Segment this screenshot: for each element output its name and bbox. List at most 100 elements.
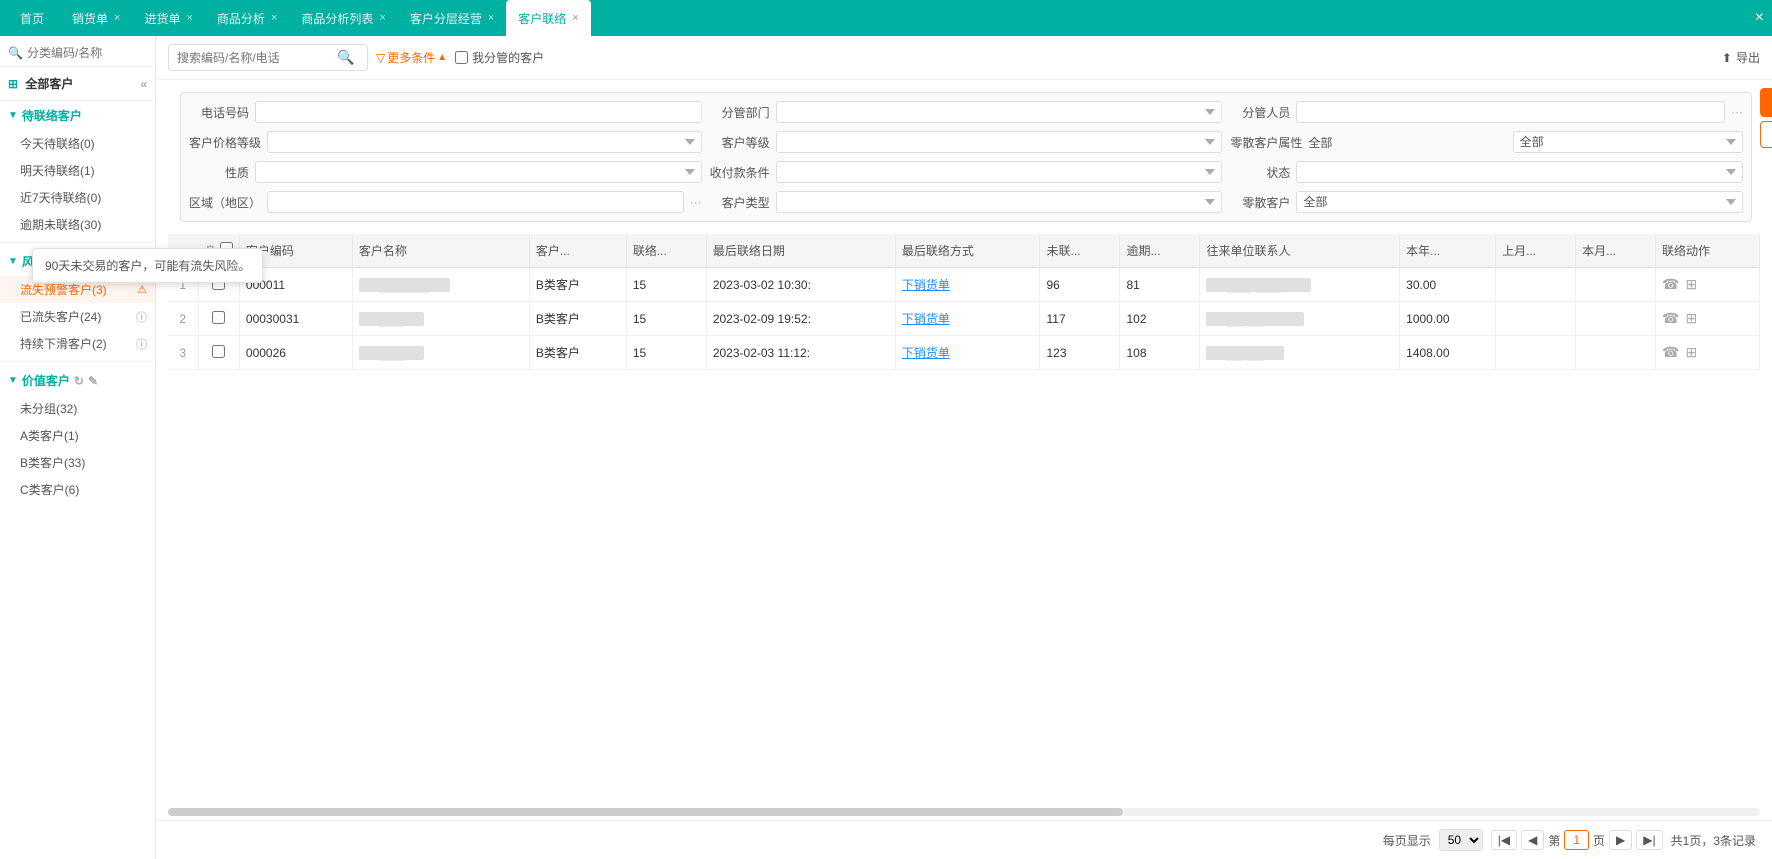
sidebar-item-churned[interactable]: 已流失客户(24) ⓘ (0, 303, 155, 330)
last-page-button[interactable]: ▶| (1636, 830, 1662, 850)
filter-customer-grade-row: 客户等级 (710, 131, 1223, 153)
my-customers-checkbox[interactable] (455, 51, 468, 64)
query-button[interactable]: 查询 (1760, 88, 1772, 117)
filter-phone-input[interactable] (255, 101, 702, 123)
tab-customer-contact-label: 客户联络 (518, 10, 566, 27)
row-method-link-1[interactable]: 下销货单 (902, 312, 950, 326)
tab-customer-tier-close[interactable]: × (488, 12, 494, 24)
tab-purchase-close[interactable]: × (186, 12, 192, 24)
row-checkbox-2[interactable] (212, 345, 225, 358)
filter-price-grade-row: 客户价格等级 (189, 131, 702, 153)
row-actions-2: ☎ ⊞ (1656, 336, 1760, 370)
col-action: 联络动作 (1656, 234, 1760, 268)
per-page-select[interactable]: 50 (1439, 829, 1483, 851)
tab-analysis-close[interactable]: × (271, 12, 277, 24)
row-type-1: B类客户 (529, 302, 626, 336)
action-contact-icon-0[interactable]: ☎ (1662, 276, 1679, 293)
row-this-month-1 (1576, 302, 1656, 336)
row-num-2: 3 (168, 336, 198, 370)
search-input[interactable] (177, 51, 337, 65)
tab-analysis-list-close[interactable]: × (379, 12, 385, 24)
sidebar-item-today[interactable]: 今天待联络(0) (0, 130, 155, 157)
first-page-button[interactable]: |◀ (1491, 830, 1517, 850)
tab-customer-contact[interactable]: 客户联络 × (506, 0, 590, 36)
action-more-icon-2[interactable]: ⊞ (1686, 344, 1698, 361)
col-overdue: 逾期... (1120, 234, 1200, 268)
action-more-icon-0[interactable]: ⊞ (1686, 276, 1698, 293)
filter-dept-select[interactable] (776, 101, 1223, 123)
sidebar-item-overdue[interactable]: 逾期未联络(30) (0, 211, 155, 238)
filter-zero-attr-select[interactable]: 全部 (1513, 131, 1743, 153)
sidebar-item-c-class[interactable]: C类客户(6) (0, 476, 155, 503)
row-last-method-0: 下销货单 (895, 268, 1040, 302)
filter-person-input[interactable] (1296, 101, 1725, 123)
filter-dept-row: 分管部门 (710, 101, 1223, 123)
settings-button[interactable]: 设置 (1760, 121, 1772, 148)
action-contact-icon-1[interactable]: ☎ (1662, 310, 1679, 327)
filter-region-input[interactable] (267, 191, 684, 213)
filter-button[interactable]: ▽ 更多条件 ▲ (376, 49, 447, 66)
action-more-icon-1[interactable]: ⊞ (1686, 310, 1698, 327)
tab-analysis-list[interactable]: 商品分析列表 × (289, 0, 397, 36)
filter-payment-select[interactable] (776, 161, 1223, 183)
export-button[interactable]: ⬆ 导出 (1722, 49, 1760, 66)
search-button[interactable]: 🔍 (337, 49, 354, 66)
tab-sales-close[interactable]: × (114, 12, 120, 24)
edit-icon[interactable]: ✎ (88, 374, 98, 388)
refresh-icon[interactable]: ↻ (74, 374, 84, 388)
sidebar-item-declining[interactable]: 持续下滑客户(2) ⓘ (0, 330, 155, 357)
filter-region-dots[interactable]: ··· (690, 195, 702, 209)
filter-payment-row: 收付款条件 (710, 161, 1223, 183)
sidebar-item-ungrouped[interactable]: 未分组(32) (0, 395, 155, 422)
tab-customer-tier-label: 客户分层经营 (410, 10, 482, 27)
sidebar-item-a-class[interactable]: A类客户(1) (0, 422, 155, 449)
sidebar-item-b-class[interactable]: B类客户(33) (0, 449, 155, 476)
row-check-1 (198, 302, 239, 336)
horizontal-scrollbar[interactable] (156, 804, 1772, 820)
row-last-date-1: 2023-02-09 19:52: (706, 302, 895, 336)
sidebar-section-pending[interactable]: ▼ 待联络客户 (0, 101, 155, 130)
filter-customer-grade-select[interactable] (776, 131, 1223, 153)
sidebar-all-customers[interactable]: ⊞ 全部客户 « (0, 67, 155, 101)
row-method-link-2[interactable]: 下销货单 (902, 346, 950, 360)
next-page-button[interactable]: ▶ (1609, 830, 1632, 850)
tab-sales[interactable]: 销货单 × (60, 0, 132, 36)
filter-chevron: ▲ (437, 52, 447, 63)
filter-zero-customer-select[interactable]: 全部 (1296, 191, 1743, 213)
row-last-month-0 (1496, 268, 1576, 302)
sidebar-search-input[interactable] (27, 46, 156, 60)
sidebar: 🔍 ⊞ 全部客户 « ▼ 待联络客户 今天待联络(0) 明天待联络(1) 近7天… (0, 36, 156, 859)
row-this-month-0 (1576, 268, 1656, 302)
page-nav: |◀ ◀ 第 1 页 ▶ ▶| (1491, 830, 1663, 850)
row-type-0: B类客户 (529, 268, 626, 302)
tab-analysis[interactable]: 商品分析 × (205, 0, 289, 36)
filter-status-select[interactable] (1296, 161, 1743, 183)
prev-page-button[interactable]: ◀ (1521, 830, 1544, 850)
customer-table: ⚙ 客户编码 客户名称 客户... 联络... 最后联络日期 最后联络方式 未联… (168, 234, 1760, 370)
tab-sales-label: 销货单 (72, 10, 108, 27)
action-contact-icon-2[interactable]: ☎ (1662, 344, 1679, 361)
sidebar-section-value[interactable]: ▼ 价值客户 ↻ ✎ (0, 366, 155, 395)
tab-home[interactable]: 首页 (4, 0, 60, 36)
tab-purchase[interactable]: 进货单 × (132, 0, 204, 36)
col-this-year: 本年... (1400, 234, 1496, 268)
sidebar-item-tomorrow[interactable]: 明天待联络(1) (0, 157, 155, 184)
filter-price-grade-select[interactable] (267, 131, 702, 153)
filter-nature-select[interactable] (255, 161, 702, 183)
window-close-button[interactable]: × (1755, 9, 1764, 27)
sidebar-item-7days[interactable]: 近7天待联络(0) (0, 184, 155, 211)
tab-customer-tier[interactable]: 客户分层经营 × (398, 0, 506, 36)
collapse-icon[interactable]: « (140, 77, 147, 91)
search-input-wrap: 🔍 (168, 44, 368, 71)
my-customers-label: 我分管的客户 (472, 49, 544, 66)
main-layout: 🔍 ⊞ 全部客户 « ▼ 待联络客户 今天待联络(0) 明天待联络(1) 近7天… (0, 36, 1772, 859)
row-method-link-0[interactable]: 下销货单 (902, 278, 950, 292)
filter-customer-type-select[interactable] (776, 191, 1223, 213)
row-this-year-0: 30.00 (1400, 268, 1496, 302)
col-unlinked: 未联... (1040, 234, 1120, 268)
tab-customer-contact-close[interactable]: × (572, 12, 578, 24)
row-this-month-2 (1576, 336, 1656, 370)
page-unit: 页 (1593, 832, 1605, 849)
filter-person-dots[interactable]: ··· (1731, 105, 1743, 119)
row-checkbox-1[interactable] (212, 311, 225, 324)
